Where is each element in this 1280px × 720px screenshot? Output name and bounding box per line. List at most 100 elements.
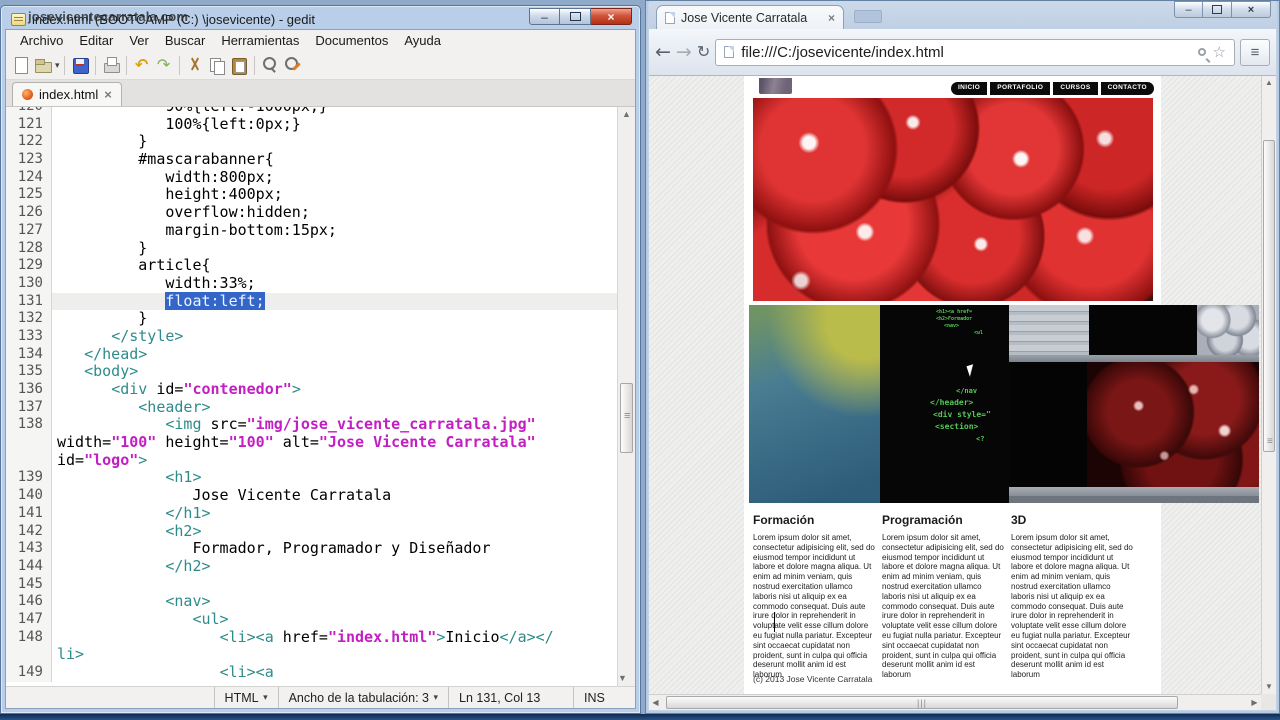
gedit-app-icon: [11, 12, 26, 26]
close-button[interactable]: ×: [591, 8, 632, 25]
nav-link-contacto[interactable]: CONTACTO: [1100, 82, 1154, 95]
code-line[interactable]: 133 </style>: [6, 327, 617, 346]
code-line[interactable]: 128 }: [6, 239, 617, 258]
tab-close-icon[interactable]: ×: [828, 11, 835, 25]
gedit-scrollbar-thumb[interactable]: [620, 383, 633, 453]
nav-link-portafolio[interactable]: PORTAFOLIO: [990, 82, 1051, 95]
gedit-vertical-scrollbar[interactable]: ▲ ▼: [617, 107, 635, 686]
code-line[interactable]: 136 <div id="contenedor">: [6, 380, 617, 399]
cut-icon[interactable]: [184, 54, 206, 76]
browser-tab[interactable]: Jose Vicente Carratala ×: [656, 5, 844, 29]
open-file-icon[interactable]: [32, 54, 54, 76]
statusbar-tab-width-selector[interactable]: Ancho de la tabulación: 3 ▾: [277, 687, 448, 708]
code-line[interactable]: 121 100%{left:0px;}: [6, 115, 617, 134]
menu-ver[interactable]: Ver: [121, 31, 157, 50]
forward-icon[interactable]: →: [676, 42, 692, 62]
code-line[interactable]: 123 #mascarabanner{: [6, 150, 617, 169]
code-line[interactable]: 138 <img src="img/jose_vicente_carratala…: [6, 416, 617, 435]
chrome-tabstrip: Jose Vicente Carratala × – ×: [649, 1, 1276, 29]
editor-tab-index-html[interactable]: index.html ×: [12, 82, 122, 106]
gedit-text-area[interactable]: 120 90%{left:-1000px;}121 100%{left:0px;…: [6, 107, 635, 686]
code-line[interactable]: 124 width:800px;: [6, 168, 617, 187]
code-line[interactable]: 148 <li><a href="index.html">Inicio</a><…: [6, 628, 617, 647]
code-line[interactable]: 149 <li><a: [6, 663, 617, 682]
gedit-window-controls: – ×: [529, 8, 632, 25]
code-line[interactable]: 132 }: [6, 309, 617, 328]
mouse-cursor-icon: [966, 364, 977, 377]
open-dropdown-icon[interactable]: ▾: [55, 60, 60, 71]
redo-icon[interactable]: ↷: [153, 54, 175, 76]
code-line[interactable]: 126 overflow:hidden;: [6, 203, 617, 222]
save-icon[interactable]: [69, 54, 91, 76]
close-button[interactable]: ×: [1232, 1, 1271, 18]
code-line[interactable]: 143 Formador, Programador y Diseñador: [6, 539, 617, 558]
scroll-up-icon[interactable]: ▲: [1262, 76, 1276, 90]
minimize-button[interactable]: –: [1174, 1, 1203, 18]
new-tab-button[interactable]: [854, 10, 882, 23]
menu-herramientas[interactable]: Herramientas: [213, 31, 307, 50]
code-line[interactable]: id="logo">: [6, 451, 617, 470]
code-line[interactable]: 127 margin-bottom:15px;: [6, 221, 617, 240]
browser-vertical-scrollbar[interactable]: ▲ ▼: [1261, 76, 1276, 696]
code-overlay-text: <?: [976, 435, 985, 443]
bookmark-star-icon[interactable]: ☆: [1213, 43, 1226, 61]
chrome-menu-button[interactable]: ≡: [1240, 38, 1270, 66]
code-line[interactable]: 141 </h1>: [6, 504, 617, 523]
code-line[interactable]: 146 <nav>: [6, 592, 617, 611]
code-line[interactable]: 134 </head>: [6, 345, 617, 364]
code-line[interactable]: 147 <ul>: [6, 610, 617, 629]
url-text[interactable]: file:///C:/josevicente/index.html: [741, 44, 1190, 61]
address-bar[interactable]: file:///C:/josevicente/index.html ☆: [715, 38, 1235, 66]
undo-icon[interactable]: ↶: [131, 54, 153, 76]
site-logo-avatar: [759, 78, 792, 94]
statusbar-language-selector[interactable]: HTML ▾: [213, 687, 278, 708]
code-line[interactable]: 139 <h1>: [6, 469, 617, 488]
copy-icon[interactable]: [206, 54, 228, 76]
browser-horizontal-scrollbar[interactable]: ◀ ||| ▶: [649, 694, 1261, 710]
code-line[interactable]: 122 }: [6, 133, 617, 152]
menu-documentos[interactable]: Documentos: [307, 31, 396, 50]
gedit-tabbar: index.html ×: [6, 80, 635, 107]
browser-hscrollbar-thumb[interactable]: |||: [666, 696, 1178, 709]
tab-close-icon[interactable]: ×: [104, 87, 112, 102]
article-body-programacion: Lorem ipsum dolor sit amet, consectetur …: [882, 533, 1004, 680]
code-line[interactable]: li>: [6, 645, 617, 664]
browser-vscrollbar-thumb[interactable]: [1263, 140, 1275, 452]
code-line[interactable]: 142 <h2>: [6, 522, 617, 541]
code-line[interactable]: 125 height:400px;: [6, 186, 617, 205]
find-replace-icon[interactable]: [281, 54, 303, 76]
code-line[interactable]: 144 </h2>: [6, 557, 617, 576]
print-icon[interactable]: [100, 54, 122, 76]
find-icon[interactable]: [259, 54, 281, 76]
back-icon[interactable]: ←: [655, 42, 671, 62]
maximize-button[interactable]: [560, 8, 591, 25]
code-line[interactable]: 135 <body>: [6, 362, 617, 381]
code-line[interactable]: 131 float:left;: [6, 291, 617, 311]
scroll-down-icon[interactable]: ▼: [618, 671, 635, 686]
code-line[interactable]: 140 Jose Vicente Carratala: [6, 486, 617, 505]
reload-icon[interactable]: ↻: [697, 44, 710, 60]
search-icon[interactable]: [1197, 48, 1206, 56]
scroll-left-icon[interactable]: ◀: [649, 698, 662, 707]
taskbar[interactable]: [0, 714, 1280, 720]
menu-archivo[interactable]: Archivo: [12, 31, 71, 50]
nav-link-cursos[interactable]: CURSOS: [1053, 82, 1098, 95]
page-footer: (c) 2013 Jose Vicente Carratala: [753, 674, 873, 684]
formacion-article-image: [749, 305, 880, 503]
nav-link-inicio[interactable]: INICIO: [950, 82, 988, 95]
menu-editar[interactable]: Editar: [71, 31, 121, 50]
scroll-down-icon[interactable]: ▼: [1262, 680, 1276, 694]
menu-buscar[interactable]: Buscar: [157, 31, 213, 50]
new-document-icon[interactable]: [10, 54, 32, 76]
minimize-button[interactable]: –: [529, 8, 560, 25]
paste-icon[interactable]: [228, 54, 250, 76]
code-line[interactable]: 129 article{: [6, 256, 617, 275]
maximize-button[interactable]: [1203, 1, 1232, 18]
code-line[interactable]: 137 <header>: [6, 398, 617, 417]
code-line[interactable]: width="100" height="100" alt="Jose Vicen…: [6, 433, 617, 452]
code-line[interactable]: 130 width:33%;: [6, 274, 617, 293]
code-line[interactable]: 145: [6, 575, 617, 594]
menu-ayuda[interactable]: Ayuda: [396, 31, 449, 50]
scroll-right-icon[interactable]: ▶: [1248, 698, 1261, 707]
scroll-up-icon[interactable]: ▲: [622, 107, 631, 122]
